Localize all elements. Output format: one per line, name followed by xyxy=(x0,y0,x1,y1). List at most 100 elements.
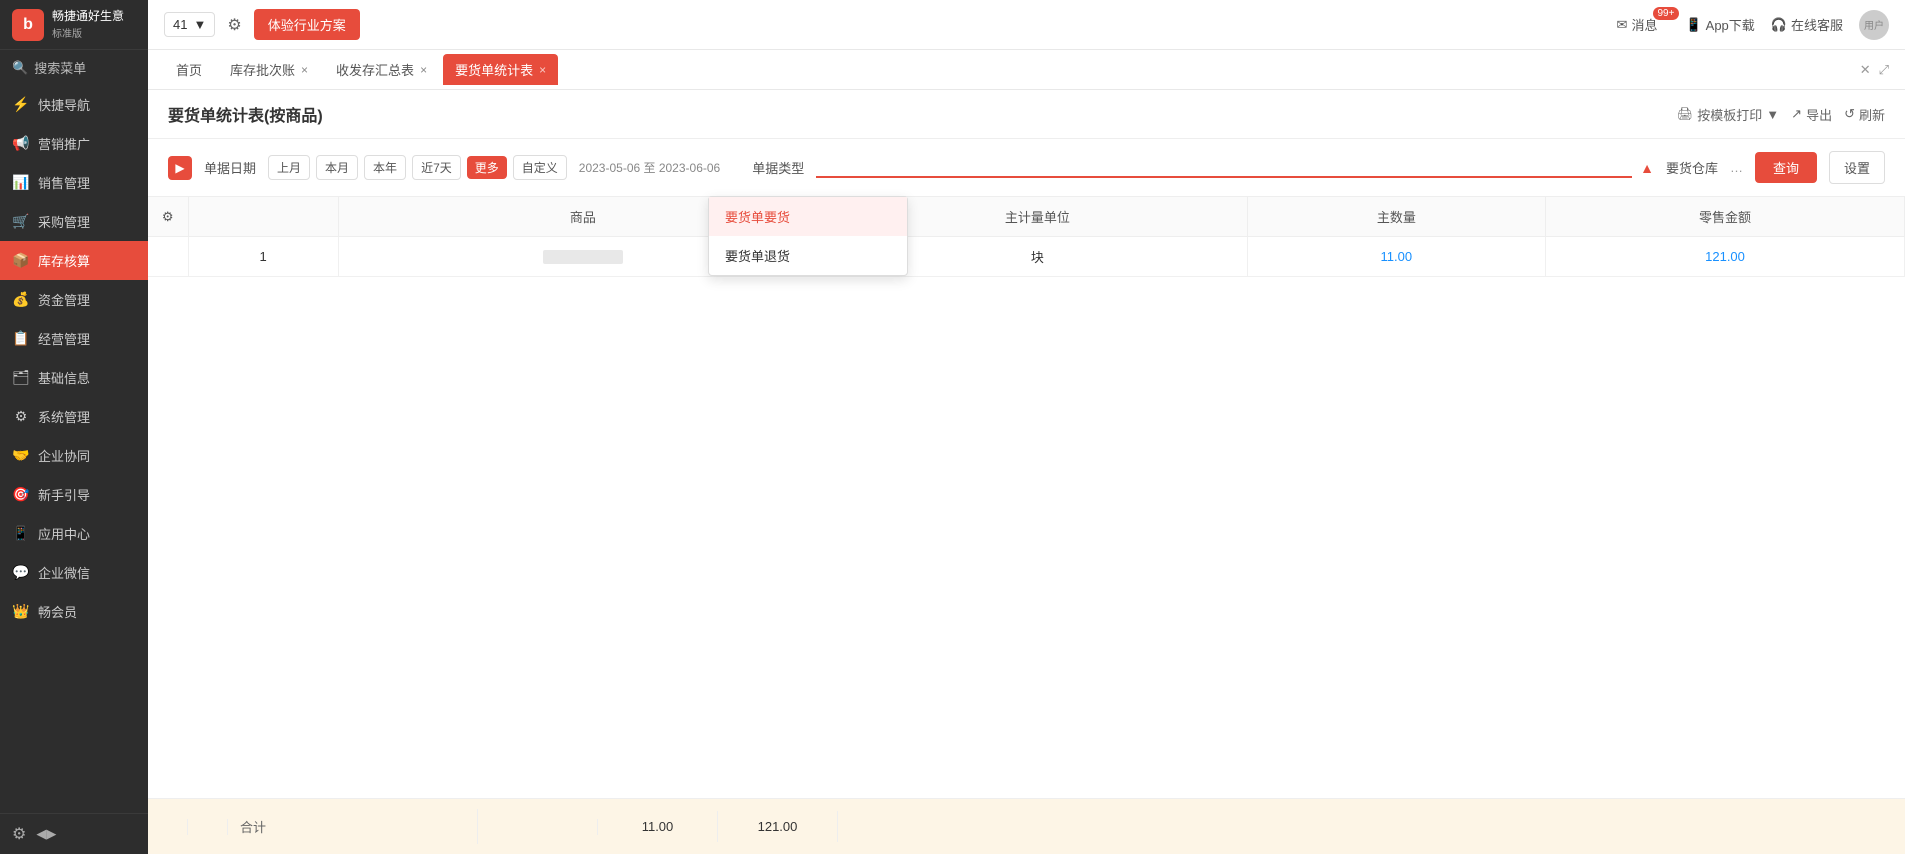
store-number: 41 xyxy=(173,17,187,32)
date-7days-btn[interactable]: 近7天 xyxy=(412,155,461,180)
tab-order-stats[interactable]: 要货单统计表 × xyxy=(443,54,558,85)
product-name-placeholder xyxy=(543,250,623,264)
sidebar-item-marketing[interactable]: 📢 营销推广 xyxy=(0,124,148,163)
filter-settings-btn[interactable]: 设置 xyxy=(1829,151,1885,184)
refresh-label: 刷新 xyxy=(1859,105,1885,124)
promo-button[interactable]: 体验行业方案 xyxy=(254,9,360,40)
date-this-month-btn[interactable]: 本月 xyxy=(316,155,358,180)
tab-inventory-batch[interactable]: 库存批次账 × xyxy=(218,54,320,85)
date-more-btn[interactable]: 更多 xyxy=(467,156,507,179)
sidebar-search[interactable]: 🔍 搜索菜单 xyxy=(0,50,148,85)
sidebar-bottom: ⚙ ◀▶ xyxy=(0,813,148,854)
sidebar-item-operation[interactable]: 📋 经营管理 xyxy=(0,319,148,358)
warehouse-label: 要货仓库 xyxy=(1666,158,1718,177)
tab-close-icon[interactable]: × xyxy=(420,63,427,77)
date-prev-month-btn[interactable]: 上月 xyxy=(268,155,310,180)
date-custom-btn[interactable]: 自定义 xyxy=(513,155,567,180)
topbar-settings-icon[interactable]: ⚙ xyxy=(227,15,241,35)
expand-arrow-icon: ▶ xyxy=(175,161,184,175)
sidebar-item-base[interactable]: 🗂 基础信息 xyxy=(0,358,148,397)
table-footer: 合计 11.00 121.00 xyxy=(148,798,1905,854)
col-rownum xyxy=(188,197,338,237)
search-label: 搜索菜单 xyxy=(34,58,86,77)
footer-amount: 121.00 xyxy=(718,811,838,842)
tab-label: 库存批次账 xyxy=(230,60,295,79)
sidebar-item-label: 企业微信 xyxy=(38,563,90,582)
notification-label: 消息 xyxy=(1631,15,1657,34)
tab-label: 收发存汇总表 xyxy=(336,60,414,79)
guide-icon: 🎯 xyxy=(12,486,30,503)
search-icon: 🔍 xyxy=(12,60,28,76)
enterprise-icon: 🤝 xyxy=(12,447,30,464)
sidebar: b 畅捷通好生意 标准版 🔍 搜索菜单 ⚡ 快捷导航 📢 营销推广 📊 销售管理… xyxy=(0,0,148,854)
type-input[interactable] xyxy=(816,157,1632,178)
warehouse-more-icon[interactable]: … xyxy=(1730,160,1743,175)
sidebar-item-shortcut[interactable]: ⚡ 快捷导航 xyxy=(0,85,148,124)
sidebar-item-finance[interactable]: 💰 资金管理 xyxy=(0,280,148,319)
sidebar-item-guide[interactable]: 🎯 新手引导 xyxy=(0,475,148,514)
service-icon: 🎧 xyxy=(1771,17,1787,33)
store-selector[interactable]: 41 ▼ xyxy=(164,12,215,37)
sidebar-item-wechat[interactable]: 💬 企业微信 xyxy=(0,553,148,592)
tab-close-icon[interactable]: × xyxy=(301,63,308,77)
footer-qty: 11.00 xyxy=(598,811,718,842)
tab-home[interactable]: 首页 xyxy=(164,54,214,85)
sidebar-item-purchase[interactable]: 🛒 采购管理 xyxy=(0,202,148,241)
dropdown-item-return[interactable]: 要货单退货 xyxy=(709,236,907,275)
footer-total-label: 合计 xyxy=(228,809,478,844)
dropdown-item-goods[interactable]: 要货单要货 xyxy=(709,197,907,236)
export-btn[interactable]: ↗ 导出 xyxy=(1791,105,1832,124)
app-download-btn[interactable]: 📱 App下载 xyxy=(1685,15,1754,34)
type-label: 单据类型 xyxy=(752,158,804,177)
export-icon: ↗ xyxy=(1791,106,1802,122)
message-icon: ✉ xyxy=(1617,17,1628,33)
wechat-icon: 💬 xyxy=(12,564,30,581)
col-qty: 主数量 xyxy=(1247,197,1545,237)
row-qty[interactable]: 11.00 xyxy=(1247,237,1545,277)
sidebar-logo: b 畅捷通好生意 标准版 xyxy=(0,0,148,50)
filter-type-group: ▲ xyxy=(816,157,1654,178)
online-service-btn[interactable]: 🎧 在线客服 xyxy=(1771,15,1843,34)
refresh-btn[interactable]: ↺ 刷新 xyxy=(1844,105,1885,124)
refresh-icon: ↺ xyxy=(1844,106,1855,122)
collapse-icon[interactable]: ◀▶ xyxy=(36,826,56,842)
table-row: 1 块 11.00 121.00 xyxy=(148,237,1905,277)
sidebar-item-label: 销售管理 xyxy=(38,173,90,192)
print-label: 按模板打印 xyxy=(1697,105,1762,124)
expand-icon[interactable]: ⤢ xyxy=(1879,62,1889,78)
tab-close-icon[interactable]: × xyxy=(539,63,546,77)
col-settings[interactable]: ⚙ xyxy=(148,197,188,237)
user-avatar[interactable]: 用户 xyxy=(1859,10,1889,40)
topbar-right: ✉ 消息 99+ 📱 App下载 🎧 在线客服 用户 xyxy=(1617,10,1889,40)
sidebar-item-appcenter[interactable]: 📱 应用中心 xyxy=(0,514,148,553)
notification-badge: 99+ xyxy=(1653,7,1680,20)
footer-empty1 xyxy=(148,819,188,835)
date-label: 单据日期 xyxy=(204,158,256,177)
page-header: 要货单统计表(按商品) 🖨 按模板打印 ▼ ↗ 导出 ↺ 刷新 xyxy=(148,90,1905,139)
sidebar-item-sales[interactable]: 📊 销售管理 xyxy=(0,163,148,202)
notification-btn[interactable]: ✉ 消息 99+ xyxy=(1617,15,1670,34)
close-all-icon[interactable]: ✕ xyxy=(1860,62,1871,78)
sidebar-item-member[interactable]: 👑 畅会员 xyxy=(0,592,148,631)
sidebar-item-label: 资金管理 xyxy=(38,290,90,309)
sidebar-item-inventory[interactable]: 📦 库存核算 xyxy=(0,241,148,280)
type-dropdown-arrow-icon[interactable]: ▲ xyxy=(1640,160,1654,176)
tabbar: 首页 库存批次账 × 收发存汇总表 × 要货单统计表 × ✕ ⤢ xyxy=(148,50,1905,90)
sales-icon: 📊 xyxy=(12,174,30,191)
purchase-icon: 🛒 xyxy=(12,213,30,230)
dropdown-item-label: 要货单退货 xyxy=(725,249,790,264)
query-btn[interactable]: 查询 xyxy=(1755,152,1817,183)
tab-receive-summary[interactable]: 收发存汇总表 × xyxy=(324,54,439,85)
sidebar-item-system[interactable]: ⚙ 系统管理 xyxy=(0,397,148,436)
sidebar-item-label: 快捷导航 xyxy=(38,95,90,114)
sidebar-item-enterprise[interactable]: 🤝 企业协同 xyxy=(0,436,148,475)
system-icon: ⚙ xyxy=(12,408,30,425)
print-arrow-icon: ▼ xyxy=(1766,107,1779,122)
tab-home-label: 首页 xyxy=(176,60,202,79)
row-amount[interactable]: 121.00 xyxy=(1546,237,1905,277)
settings-icon[interactable]: ⚙ xyxy=(12,824,26,844)
date-this-year-btn[interactable]: 本年 xyxy=(364,155,406,180)
sidebar-item-label: 库存核算 xyxy=(38,251,90,270)
filter-expand-btn[interactable]: ▶ xyxy=(168,156,192,180)
print-template-btn[interactable]: 🖨 按模板打印 ▼ xyxy=(1677,105,1779,124)
